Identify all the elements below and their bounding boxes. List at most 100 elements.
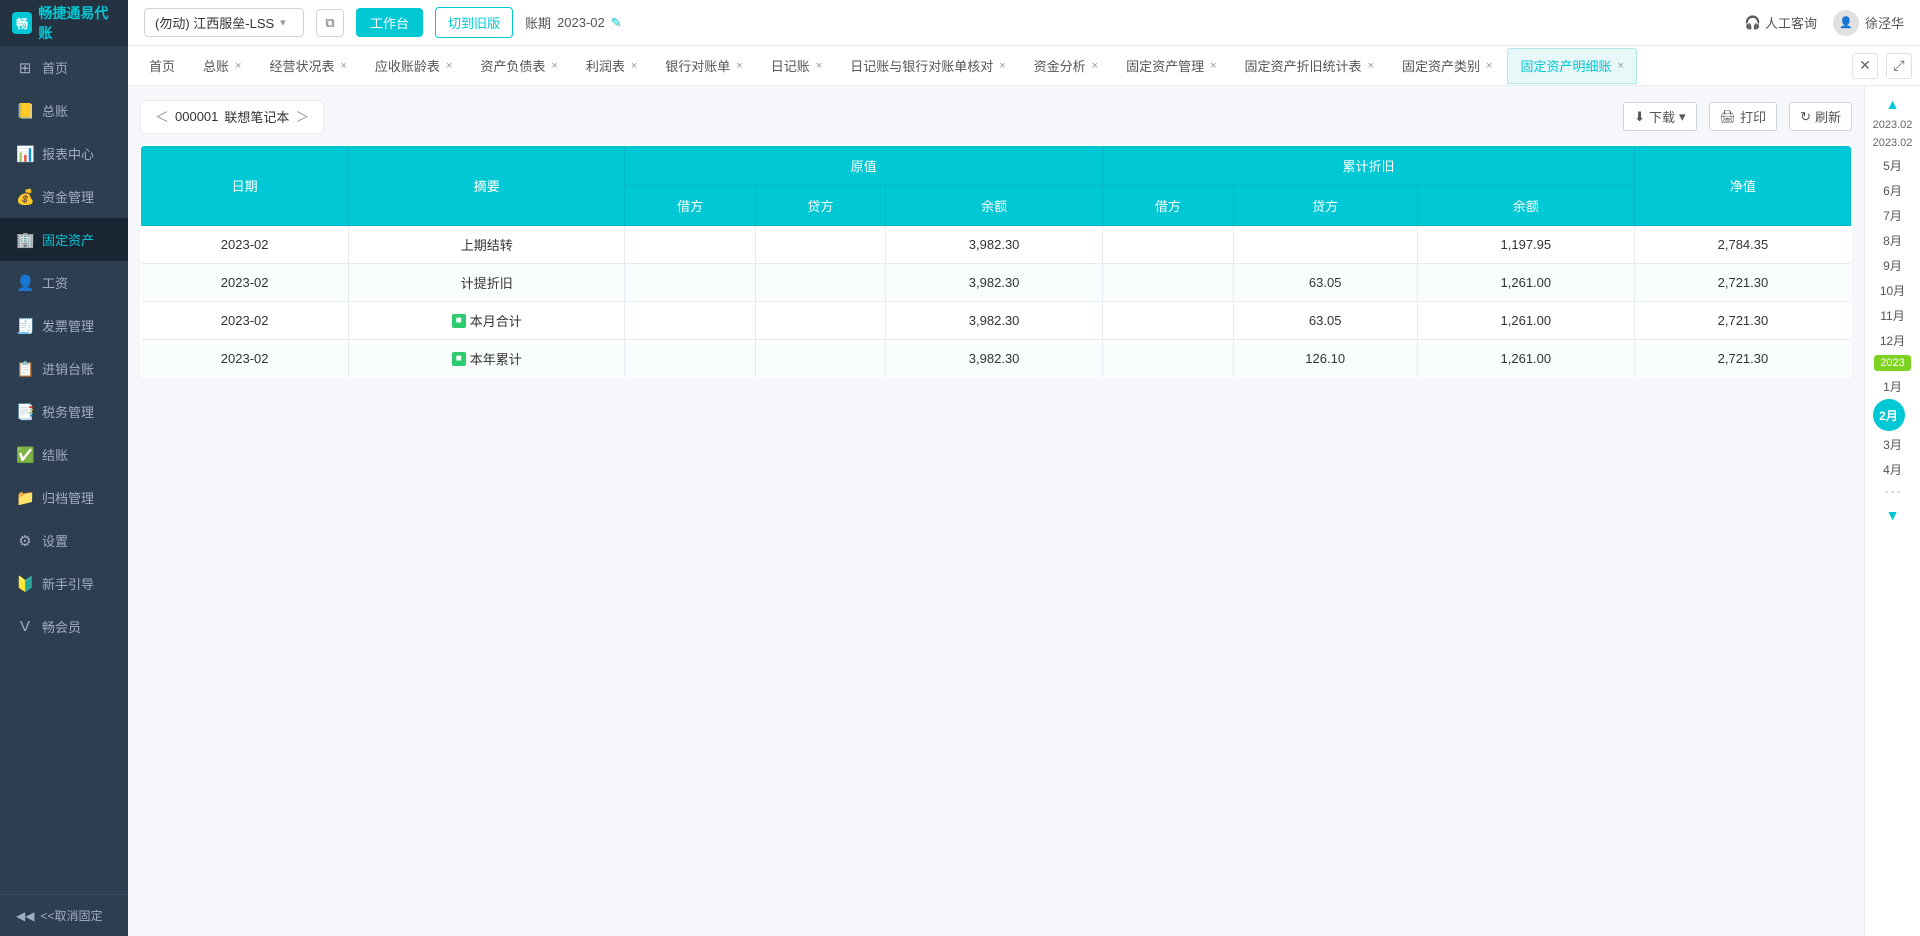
user-info[interactable]: 👤 徐泾华: [1833, 10, 1904, 36]
sidebar-item-ledger[interactable]: 📒总账: [0, 89, 128, 132]
tab-journal[interactable]: 日记账×: [758, 48, 835, 84]
download-button[interactable]: ⬇ 下载 ▾: [1623, 102, 1696, 131]
tab-label-profit-loss: 利润表: [586, 56, 625, 75]
close-all-tabs-button[interactable]: ✕: [1852, 53, 1878, 79]
sidebar-item-archive[interactable]: 📁归档管理: [0, 476, 128, 519]
timeline-month[interactable]: 4月: [1873, 457, 1913, 481]
cell-orig-credit: [755, 264, 885, 302]
sidebar-item-settings[interactable]: ⚙设置: [0, 519, 128, 562]
tab-close-journal[interactable]: ×: [816, 60, 822, 72]
timeline-down-button[interactable]: ▼: [1879, 503, 1907, 527]
tab-capital-analysis[interactable]: 资金分析×: [1021, 48, 1111, 84]
company-selector[interactable]: (勿动) 江西服垒-LSS ▾: [144, 8, 304, 37]
timeline-up-button[interactable]: ▲: [1879, 92, 1907, 116]
timeline-panel: ▲ 2023.02 2023.02 5月6月7月8月9月10月11月12月 20…: [1864, 86, 1920, 936]
timeline-month[interactable]: 12月: [1873, 328, 1913, 352]
tab-home[interactable]: 首页: [136, 48, 188, 84]
tab-close-bank-reconcile[interactable]: ×: [999, 60, 1005, 72]
tab-close-fixed-category[interactable]: ×: [1486, 60, 1492, 72]
sidebar-item-membership[interactable]: V畅会员: [0, 605, 128, 648]
cell-orig-debit: [625, 302, 755, 340]
sidebar-item-reports[interactable]: 📊 报表中心: [0, 132, 128, 175]
cell-date: 2023-02: [141, 264, 349, 302]
sidebar-item-fixed-assets[interactable]: 🏢固定资产: [0, 218, 128, 261]
tab-close-receivables[interactable]: ×: [446, 60, 452, 72]
cell-orig-debit: [625, 264, 755, 302]
sidebar-item-guide[interactable]: 🔰新手引导: [0, 562, 128, 605]
sidebar-item-label-membership: 畅会员: [42, 617, 81, 636]
sidebar-item-home[interactable]: ⊞首页: [0, 46, 128, 89]
topbar-right: 🎧 人工客询 👤 徐泾华: [1745, 10, 1904, 36]
timeline-month[interactable]: 9月: [1873, 253, 1913, 277]
col-orig-credit: 贷方: [755, 186, 885, 226]
timeline-month[interactable]: 6月: [1873, 178, 1913, 202]
copy-button[interactable]: ⧉: [316, 9, 344, 37]
app-name: 畅捷通易代账: [38, 3, 116, 43]
sidebar-footer[interactable]: ◀◀ <<取消固定: [0, 894, 128, 936]
timeline-month[interactable]: 2月: [1873, 399, 1905, 431]
home-icon: ⊞: [16, 59, 34, 77]
sidebar-item-sales[interactable]: 📋进销台账: [0, 347, 128, 390]
tab-close-ledger[interactable]: ×: [235, 60, 241, 72]
year-2023-badge[interactable]: 2023: [1874, 355, 1910, 371]
switch-version-button[interactable]: 切到旧版: [435, 7, 513, 38]
sidebar-item-closing[interactable]: ✅结账: [0, 433, 128, 476]
timeline-month[interactable]: 5月: [1873, 153, 1913, 177]
badge-dot: ■: [452, 314, 466, 328]
timeline-month[interactable]: 8月: [1873, 228, 1913, 252]
support-button[interactable]: 🎧 人工客询: [1745, 13, 1817, 32]
tab-fixed-detail[interactable]: 固定资产明细账 ×: [1507, 48, 1636, 84]
cell-orig-debit: [625, 340, 755, 378]
breadcrumb-back[interactable]: ＜: [155, 107, 169, 127]
tab-label-fixed-category: 固定资产类别: [1402, 56, 1480, 75]
tab-bar-actions: ✕ ⤢: [1852, 53, 1912, 79]
tab-fixed-category[interactable]: 固定资产类别 ×: [1389, 48, 1505, 84]
timeline-month[interactable]: 10月: [1873, 278, 1913, 302]
app-logo: 畅 畅捷通易代账: [0, 0, 128, 46]
cell-depr-credit: 63.05: [1233, 302, 1417, 340]
cell-depr-balance: 1,197.95: [1417, 226, 1634, 264]
tab-bank-statement[interactable]: 银行对账单×: [652, 48, 755, 84]
tab-ledger[interactable]: 总账×: [190, 48, 254, 84]
tab-close-profit-loss[interactable]: ×: [631, 60, 637, 72]
sidebar-item-label-reports: 报表中心: [42, 144, 94, 163]
sidebar-item-label-guide: 新手引导: [42, 574, 94, 593]
tab-close-balance-sheet[interactable]: ×: [551, 60, 557, 72]
breadcrumb-forward[interactable]: ＞: [295, 107, 309, 127]
tab-profit-loss[interactable]: 利润表 ×: [573, 48, 650, 84]
page-content: ＜ 000001 联想笔记本 ＞ ⬇ 下载 ▾ 🖨 打印: [128, 86, 1864, 936]
capital-icon: 💰: [16, 188, 34, 206]
tab-close-fixed-detail[interactable]: ×: [1617, 60, 1623, 72]
tab-bank-reconcile[interactable]: 日记账与银行对账单核对×: [837, 48, 1018, 84]
sidebar-item-capital[interactable]: 💰资金管理: [0, 175, 128, 218]
tab-business-status[interactable]: 经营状况表×: [256, 48, 359, 84]
timeline-month[interactable]: 1月: [1873, 374, 1913, 398]
refresh-button[interactable]: ↻ 刷新: [1789, 102, 1852, 131]
sidebar-item-payroll[interactable]: 👤工资: [0, 261, 128, 304]
cell-orig-balance: 3,982.30: [886, 340, 1103, 378]
timeline-month[interactable]: 11月: [1873, 303, 1913, 327]
cell-orig-debit: [625, 226, 755, 264]
sidebar-item-invoice[interactable]: 🧾发票管理: [0, 304, 128, 347]
tab-close-bank-statement[interactable]: ×: [736, 60, 742, 72]
tab-balance-sheet[interactable]: 资产负债表×: [467, 48, 570, 84]
tab-depreciation-stats[interactable]: 固定资产折旧统计表×: [1232, 48, 1387, 84]
logo-icon: 畅: [12, 12, 32, 34]
reports-icon: 📊: [16, 145, 34, 163]
tab-close-fixed-mgmt[interactable]: ×: [1210, 60, 1216, 72]
period-edit-icon[interactable]: ✎: [611, 15, 622, 31]
tab-close-depreciation-stats[interactable]: ×: [1368, 60, 1374, 72]
maximize-button[interactable]: ⤢: [1886, 53, 1912, 79]
sidebar-item-tax[interactable]: 📑税务管理: [0, 390, 128, 433]
workbench-button[interactable]: 工作台: [356, 8, 423, 37]
col-orig-balance: 余额: [886, 186, 1103, 226]
tab-label-fixed-detail: 固定资产明细账: [1520, 56, 1611, 75]
tab-close-business-status[interactable]: ×: [340, 60, 346, 72]
timeline-month[interactable]: 3月: [1873, 432, 1913, 456]
period-value: 2023-02: [557, 15, 605, 30]
tab-receivables[interactable]: 应收账龄表×: [362, 48, 465, 84]
tab-fixed-mgmt[interactable]: 固定资产管理×: [1113, 48, 1229, 84]
tab-close-capital-analysis[interactable]: ×: [1092, 60, 1098, 72]
print-button[interactable]: 🖨 打印: [1709, 102, 1778, 131]
timeline-month[interactable]: 7月: [1873, 203, 1913, 227]
